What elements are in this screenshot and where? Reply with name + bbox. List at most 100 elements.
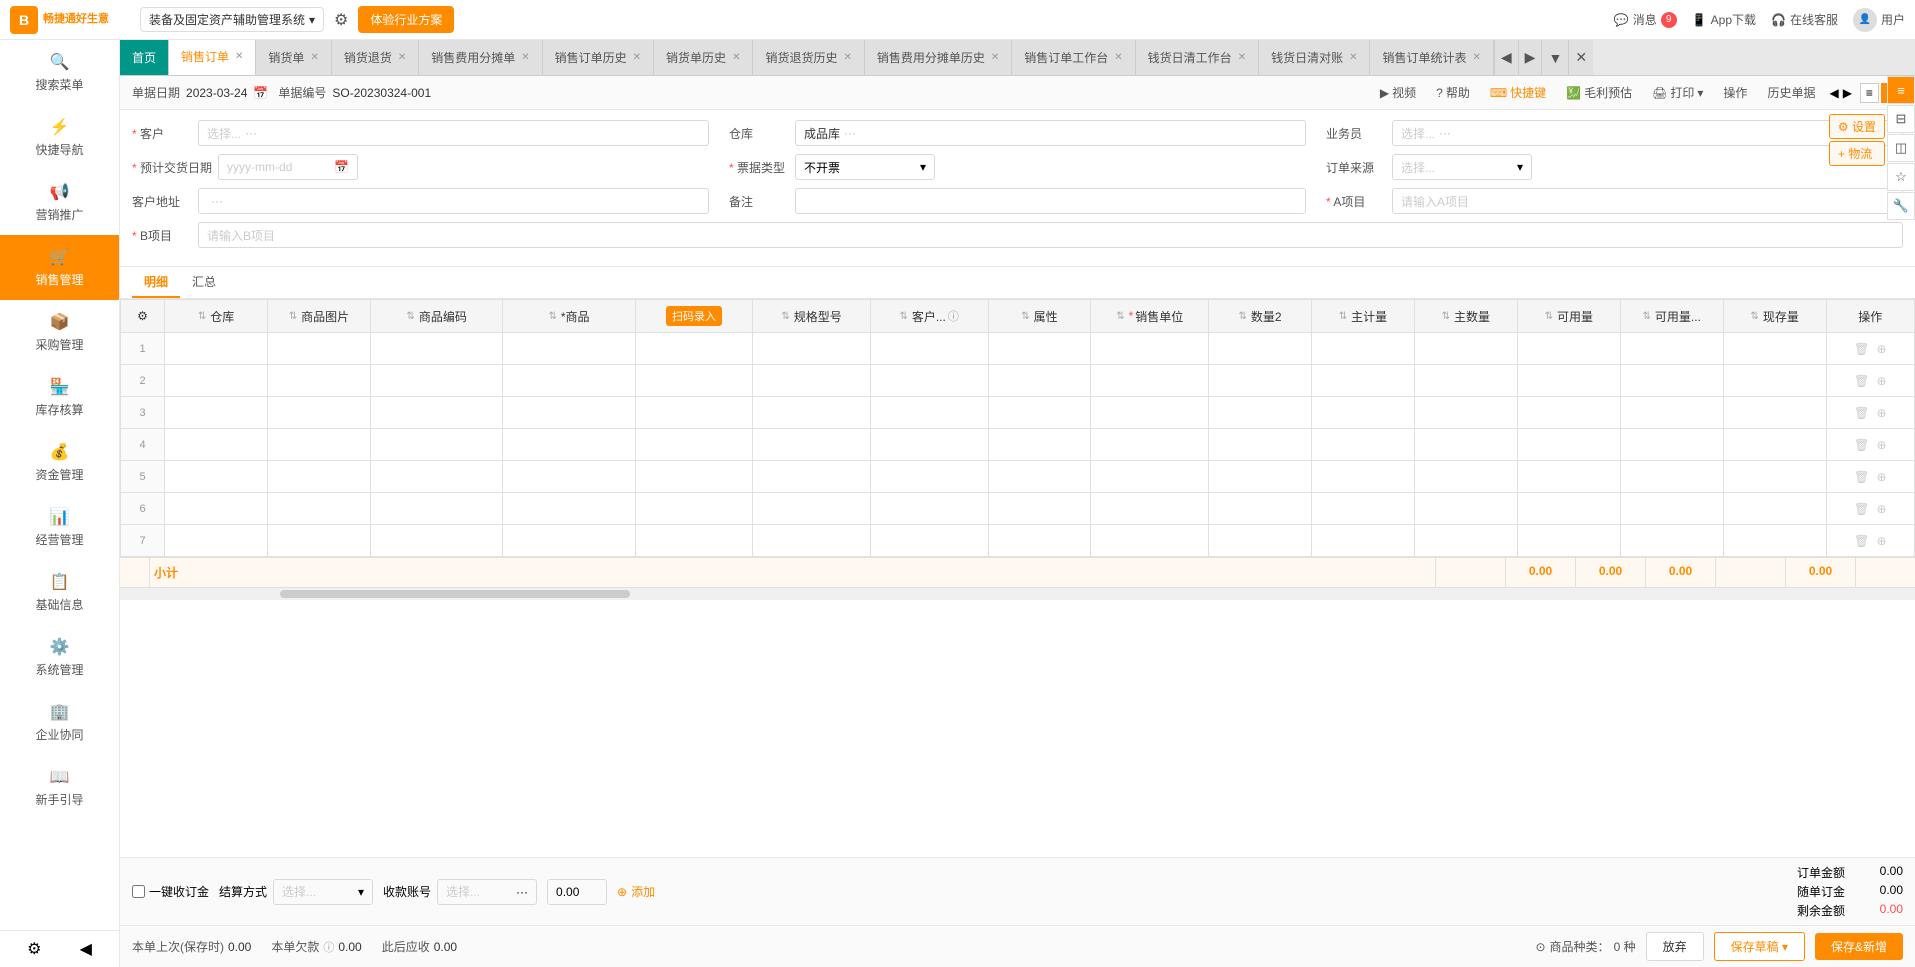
tab-close-sales-return[interactable]: ✕ (310, 52, 318, 63)
sort-icon[interactable]: ⇅ (1238, 311, 1246, 322)
cell-product-name[interactable] (503, 461, 635, 493)
sort-icon[interactable]: ⇅ (781, 311, 789, 322)
cell-customer-code[interactable] (870, 333, 988, 365)
sidebar-item-operation[interactable]: 📊 经营管理 (0, 495, 119, 560)
sort-icon[interactable]: ⇅ (1750, 311, 1758, 322)
calendar-icon[interactable]: 📅 (253, 86, 268, 100)
tab-sales-summary[interactable]: 销售订单统计表 ✕ (1370, 40, 1493, 76)
cell-warehouse[interactable] (165, 397, 268, 429)
cell-product-name[interactable] (503, 493, 635, 525)
tab-close-clear-account[interactable]: ✕ (1349, 52, 1357, 63)
cell-customer-code[interactable] (870, 493, 988, 525)
cell-customer-code[interactable] (870, 525, 988, 557)
warehouse-more-icon[interactable]: ··· (844, 126, 856, 140)
profit-btn[interactable]: 💹 毛利预估 (1560, 82, 1638, 103)
sort-icon[interactable]: ⇅ (1643, 311, 1651, 322)
remark-input[interactable] (795, 188, 1306, 214)
cell-product-img[interactable] (268, 397, 371, 429)
system-selector[interactable]: 装备及固定资产辅助管理系统 ▾ (140, 7, 324, 32)
sidebar-item-finance[interactable]: 💰 资金管理 (0, 430, 119, 495)
cell-main-unit[interactable] (1311, 461, 1414, 493)
address-input[interactable]: ··· (198, 188, 709, 214)
copy-icon[interactable]: ⊕ (1877, 406, 1887, 420)
sort-icon[interactable]: ⇅ (289, 311, 297, 322)
cell-product-code[interactable] (370, 397, 502, 429)
cell-sales-unit[interactable] (1091, 365, 1209, 397)
cell-attribute[interactable] (988, 429, 1091, 461)
amount-input[interactable]: 0.00 (547, 879, 607, 905)
setting-btn[interactable]: ⚙ 设置 (1829, 114, 1885, 139)
sidebar-item-sales[interactable]: 🛒 销售管理 (0, 235, 119, 300)
number-value[interactable]: SO-20230324-001 (332, 86, 431, 100)
cell-scan[interactable] (635, 397, 753, 429)
app-download-area[interactable]: 📱 App下载 (1692, 11, 1756, 28)
b-project-input[interactable]: 请输入B项目 (198, 222, 1903, 248)
tab-close-refund-history[interactable]: ✕ (843, 52, 851, 63)
list-view-btn[interactable]: ≡ (1860, 83, 1879, 103)
copy-icon[interactable]: ⊕ (1877, 374, 1887, 388)
cell-qty2[interactable] (1209, 333, 1312, 365)
cell-main-qty[interactable] (1414, 493, 1517, 525)
tab-sales-refund[interactable]: 销货退货 ✕ (332, 40, 419, 76)
cell-product-img[interactable] (268, 493, 371, 525)
cell-product-code[interactable] (370, 429, 502, 461)
cell-customer-code[interactable] (870, 365, 988, 397)
tab-sales-order-history[interactable]: 销售订单历史 ✕ (543, 40, 654, 76)
cell-stock[interactable] (1723, 461, 1826, 493)
rp-star-btn[interactable]: ☆ (1887, 163, 1915, 191)
cell-product-name[interactable] (503, 397, 635, 429)
tab-close-daily-clear[interactable]: ✕ (1238, 52, 1246, 63)
cell-scan[interactable] (635, 365, 753, 397)
scan-button[interactable]: 扫码录入 (666, 306, 722, 326)
cell-warehouse[interactable] (165, 461, 268, 493)
cell-sales-unit[interactable] (1091, 429, 1209, 461)
cell-product-code[interactable] (370, 333, 502, 365)
delete-icon[interactable]: 🗑 (1854, 406, 1869, 420)
cell-main-qty[interactable] (1414, 525, 1517, 557)
goods-count-icon[interactable]: ⊙ (1535, 940, 1545, 954)
cell-available2[interactable] (1620, 365, 1723, 397)
tab-sales-refund-history[interactable]: 销货退货历史 ✕ (753, 40, 864, 76)
cell-product-name[interactable] (503, 429, 635, 461)
cell-stock[interactable] (1723, 397, 1826, 429)
cell-product-name[interactable] (503, 525, 635, 557)
sidebar-item-basic-info[interactable]: 📋 基础信息 (0, 560, 119, 625)
sidebar-item-search[interactable]: 🔍 搜索菜单 (0, 40, 119, 105)
settings-icon[interactable]: ⚙ (27, 939, 41, 959)
rp-layout-btn[interactable]: ⊟ (1887, 105, 1915, 133)
sort-icon[interactable]: ⇅ (548, 311, 556, 322)
tab-expense-history[interactable]: 销售费用分摊单历史 ✕ (865, 40, 1012, 76)
tab-close-sales-expense[interactable]: ✕ (521, 52, 529, 63)
cell-attribute[interactable] (988, 333, 1091, 365)
delivery-input[interactable]: yyyy-mm-dd 📅 (218, 154, 358, 180)
cell-available[interactable] (1517, 493, 1620, 525)
delete-icon[interactable]: 🗑 (1854, 438, 1869, 452)
cell-main-qty[interactable] (1414, 397, 1517, 429)
sidebar-item-marketing[interactable]: 📢 营销推广 (0, 170, 119, 235)
sidebar-item-enterprise[interactable]: 🏢 企业协同 (0, 690, 119, 755)
print-btn[interactable]: 🖨 打印 ▾ (1646, 82, 1709, 103)
cell-available[interactable] (1517, 429, 1620, 461)
cell-main-unit[interactable] (1311, 365, 1414, 397)
copy-icon[interactable]: ⊕ (1877, 470, 1887, 484)
tab-sales-expense-split[interactable]: 销售费用分摊单 ✕ (419, 40, 542, 76)
cell-scan[interactable] (635, 333, 753, 365)
shortcut-btn[interactable]: ⌨ 快捷键 (1484, 82, 1552, 103)
cell-available[interactable] (1517, 461, 1620, 493)
cell-product-img[interactable] (268, 429, 371, 461)
cell-qty2[interactable] (1209, 365, 1312, 397)
cell-product-name[interactable] (503, 365, 635, 397)
order-source-select[interactable]: 选择... ▾ (1392, 154, 1532, 180)
cell-attribute[interactable] (988, 493, 1091, 525)
cell-warehouse[interactable] (165, 429, 268, 461)
cell-spec[interactable] (753, 333, 871, 365)
cell-product-name[interactable] (503, 333, 635, 365)
user-area[interactable]: 👤 用户 (1853, 8, 1905, 32)
cell-product-img[interactable] (268, 365, 371, 397)
date-value[interactable]: 2023-03-24 (186, 86, 247, 100)
cell-product-code[interactable] (370, 525, 502, 557)
help-btn[interactable]: ? 帮助 (1430, 82, 1476, 103)
customer-more-icon[interactable]: ··· (245, 126, 257, 140)
page-prev-icon[interactable]: ◀ (1829, 86, 1838, 100)
sidebar-item-inventory[interactable]: 🏪 库存核算 (0, 365, 119, 430)
